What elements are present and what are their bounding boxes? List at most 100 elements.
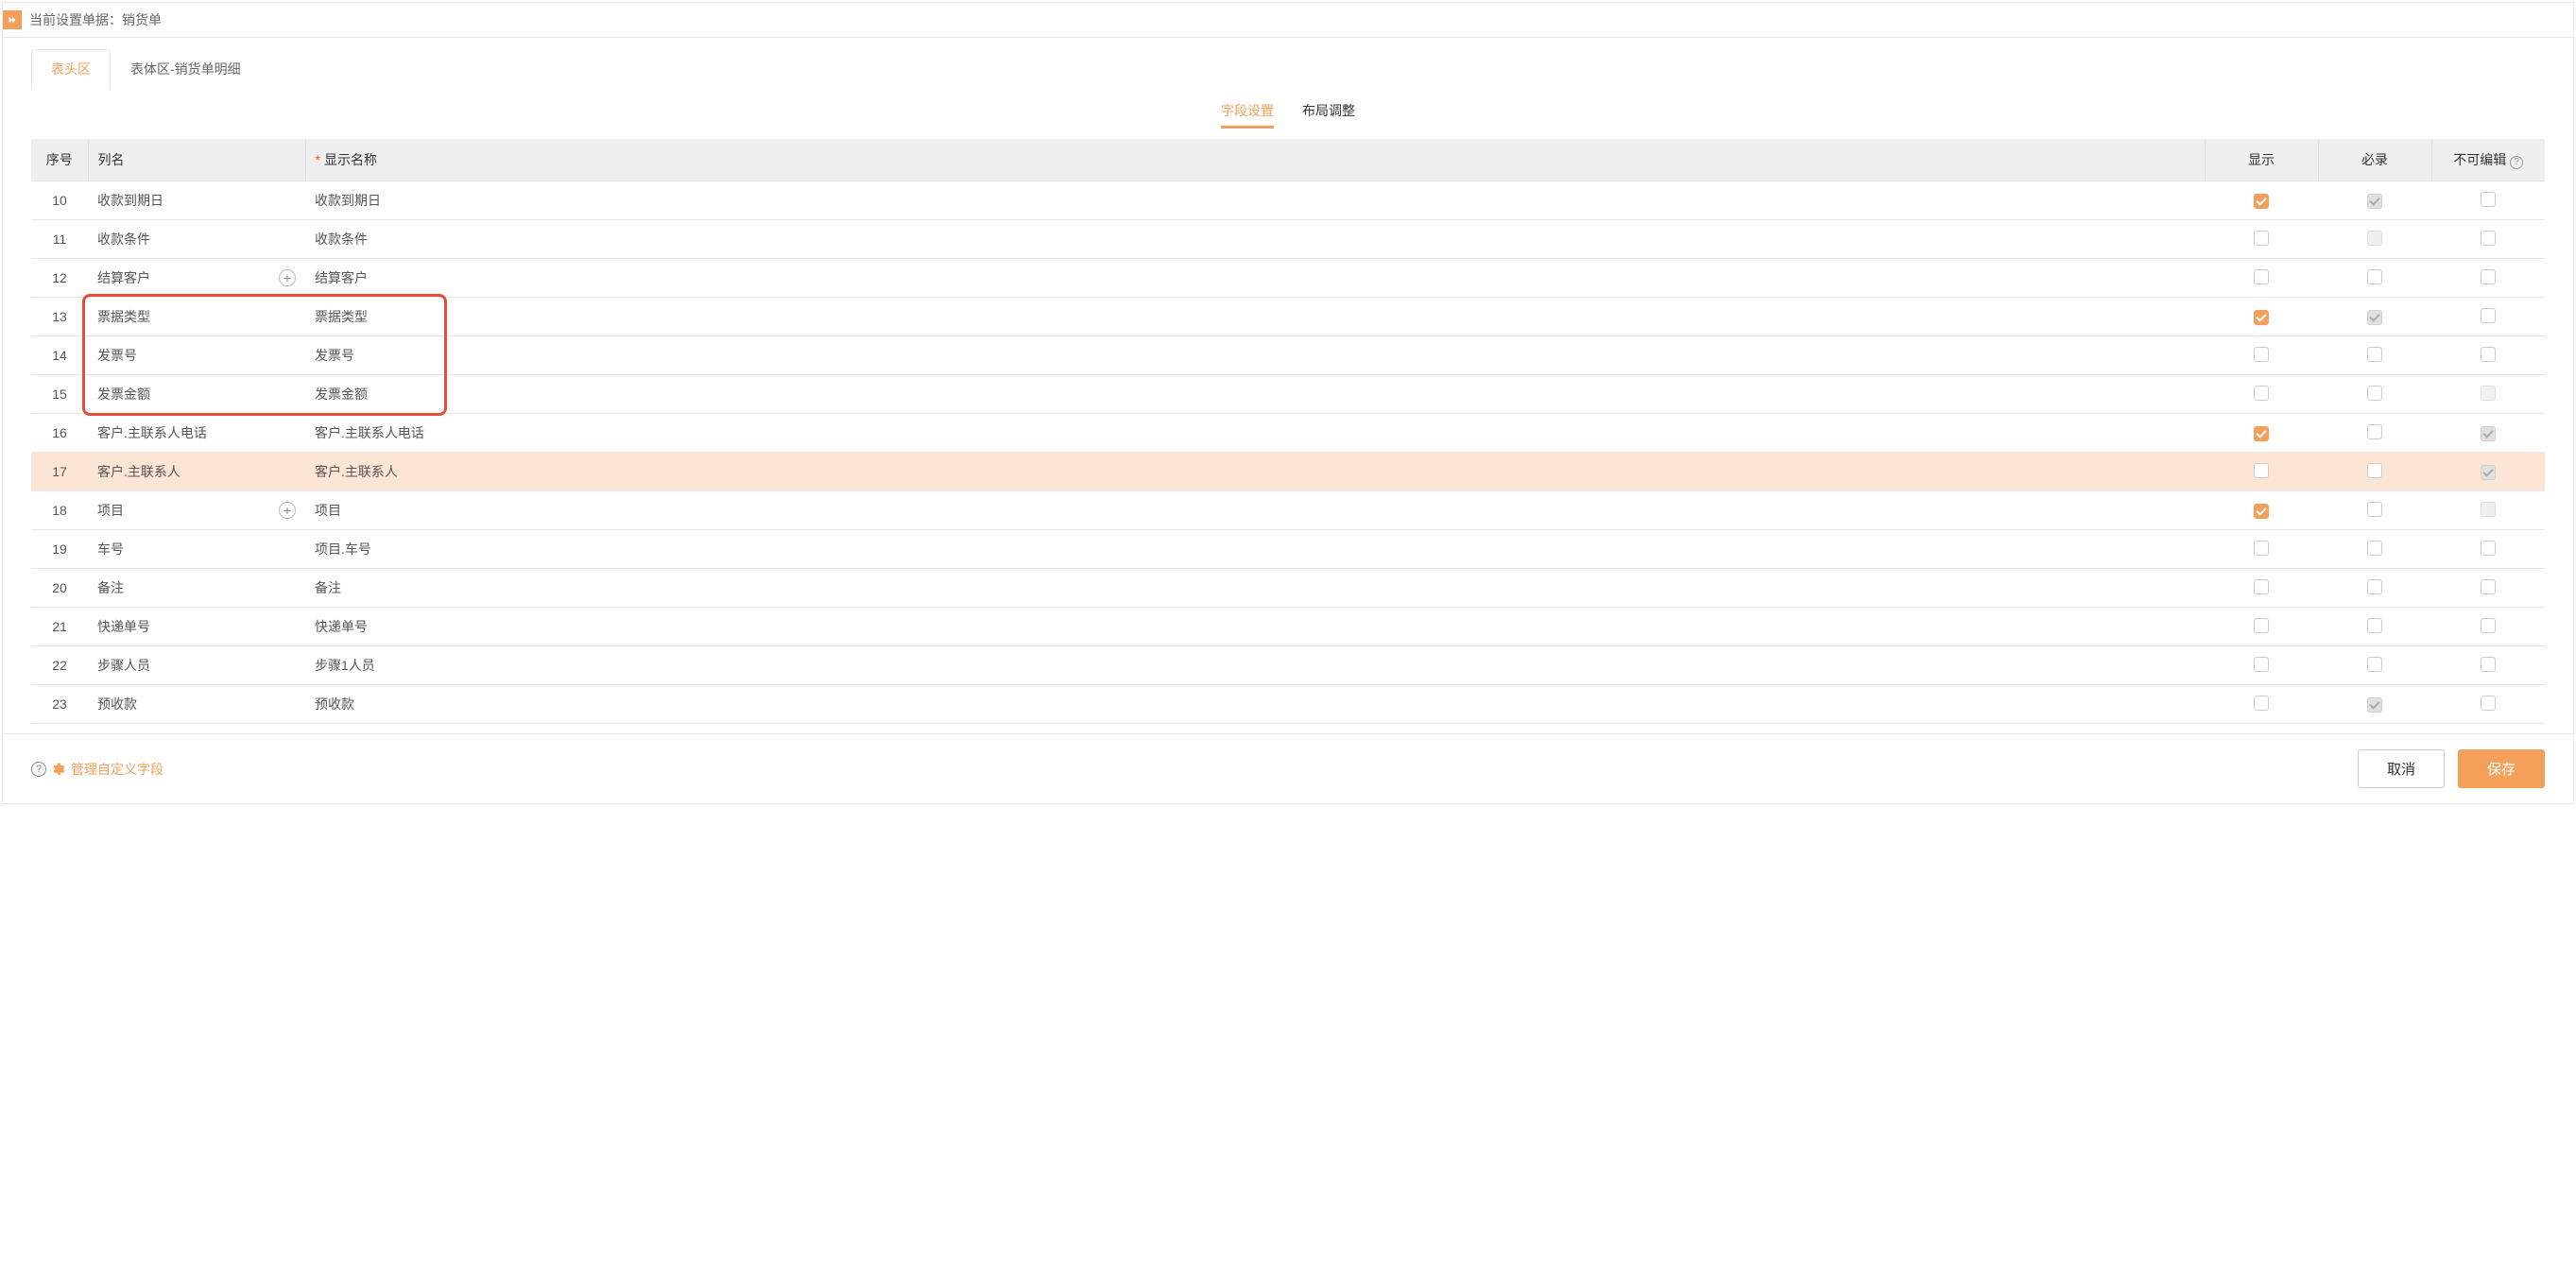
cell-display[interactable]: 预收款 — [305, 685, 2205, 724]
checkbox-required[interactable] — [2367, 463, 2382, 478]
cell-display[interactable]: 项目 — [305, 491, 2205, 530]
checkbox-required[interactable] — [2367, 269, 2382, 284]
checkbox-readonly[interactable] — [2481, 541, 2496, 556]
checkbox-required[interactable] — [2367, 618, 2382, 633]
checkbox-readonly[interactable] — [2481, 618, 2496, 633]
cell-show — [2205, 646, 2318, 685]
sub-tab-1[interactable]: 布局调整 — [1302, 101, 1355, 126]
table-row: 16客户.主联系人电话客户.主联系人电话 — [31, 414, 2545, 453]
cell-display[interactable]: 客户.主联系人电话 — [305, 414, 2205, 453]
checkbox-required[interactable] — [2367, 657, 2382, 672]
save-button[interactable]: 保存 — [2458, 749, 2545, 788]
checkbox-show[interactable] — [2254, 310, 2269, 325]
header-readonly-label: 不可编辑 — [2453, 152, 2506, 167]
checkbox-readonly[interactable] — [2481, 579, 2496, 594]
cell-show — [2205, 530, 2318, 569]
checkbox-required — [2367, 231, 2382, 246]
checkbox-show[interactable] — [2254, 618, 2269, 633]
cell-display[interactable]: 收款到期日 — [305, 181, 2205, 220]
checkbox-show[interactable] — [2254, 696, 2269, 711]
cell-seq: 19 — [31, 530, 88, 569]
collapse-toggle[interactable] — [3, 10, 22, 29]
footer-left: ? 管理自定义字段 — [31, 760, 163, 779]
table-row: 10收款到期日收款到期日 — [31, 181, 2545, 220]
cell-show — [2205, 608, 2318, 646]
table-row: 17客户.主联系人客户.主联系人 — [31, 453, 2545, 491]
cell-name: 发票金额 — [88, 375, 305, 414]
plus-icon[interactable]: + — [279, 502, 296, 519]
top-tab-1[interactable]: 表体区-销货单明细 — [111, 49, 261, 88]
cell-readonly — [2431, 569, 2545, 608]
checkbox-readonly[interactable] — [2481, 347, 2496, 362]
checkbox-required[interactable] — [2367, 541, 2382, 556]
table-row: 20备注备注 — [31, 569, 2545, 608]
help-icon[interactable]: ? — [2510, 156, 2523, 169]
cell-name: 备注 — [88, 569, 305, 608]
cancel-button[interactable]: 取消 — [2358, 749, 2445, 788]
cell-name: 快递单号 — [88, 608, 305, 646]
cell-required — [2318, 685, 2431, 724]
checkbox-show[interactable] — [2254, 504, 2269, 519]
plus-icon[interactable]: + — [279, 269, 296, 286]
cell-display[interactable]: 客户.主联系人 — [305, 453, 2205, 491]
cell-readonly — [2431, 181, 2545, 220]
cell-seq: 16 — [31, 414, 88, 453]
checkbox-readonly[interactable] — [2481, 696, 2496, 711]
cell-seq: 23 — [31, 685, 88, 724]
header-show: 显示 — [2205, 139, 2318, 181]
checkbox-show[interactable] — [2254, 386, 2269, 401]
cell-display[interactable]: 收款条件 — [305, 220, 2205, 259]
cell-name: 步骤人员 — [88, 646, 305, 685]
sub-tab-0[interactable]: 字段设置 — [1221, 101, 1274, 126]
cell-readonly — [2431, 453, 2545, 491]
checkbox-show[interactable] — [2254, 347, 2269, 362]
checkbox-readonly[interactable] — [2481, 657, 2496, 672]
cell-name: 客户.主联系人 — [88, 453, 305, 491]
cell-display[interactable]: 票据类型 — [305, 298, 2205, 336]
help-circle-icon[interactable]: ? — [31, 762, 46, 777]
top-tabs: 表头区表体区-销货单明细 — [31, 49, 2545, 88]
cell-show — [2205, 414, 2318, 453]
checkbox-required[interactable] — [2367, 502, 2382, 517]
required-star-icon: * — [316, 152, 320, 167]
checkbox-required[interactable] — [2367, 347, 2382, 362]
checkbox-readonly[interactable] — [2481, 308, 2496, 323]
cell-display[interactable]: 备注 — [305, 569, 2205, 608]
checkbox-show[interactable] — [2254, 231, 2269, 246]
cell-required — [2318, 530, 2431, 569]
manage-custom-fields-link[interactable]: 管理自定义字段 — [71, 760, 163, 779]
cell-display[interactable]: 项目.车号 — [305, 530, 2205, 569]
cell-display[interactable]: 结算客户 — [305, 259, 2205, 298]
cell-seq: 13 — [31, 298, 88, 336]
cell-display[interactable]: 发票金额 — [305, 375, 2205, 414]
cell-readonly — [2431, 298, 2545, 336]
cell-name: 预收款 — [88, 685, 305, 724]
cell-seq: 20 — [31, 569, 88, 608]
top-tab-0[interactable]: 表头区 — [31, 49, 111, 88]
cell-required — [2318, 491, 2431, 530]
cell-required — [2318, 259, 2431, 298]
checkbox-show[interactable] — [2254, 426, 2269, 441]
checkbox-show[interactable] — [2254, 194, 2269, 209]
cell-readonly — [2431, 414, 2545, 453]
checkbox-required[interactable] — [2367, 424, 2382, 439]
cell-display[interactable]: 步骤1人员 — [305, 646, 2205, 685]
cell-required — [2318, 298, 2431, 336]
checkbox-show[interactable] — [2254, 657, 2269, 672]
checkbox-readonly[interactable] — [2481, 231, 2496, 246]
checkbox-show[interactable] — [2254, 463, 2269, 478]
table-row: 21快递单号快递单号 — [31, 608, 2545, 646]
cell-display[interactable]: 快递单号 — [305, 608, 2205, 646]
checkbox-show[interactable] — [2254, 579, 2269, 594]
checkbox-readonly[interactable] — [2481, 269, 2496, 284]
cell-display[interactable]: 发票号 — [305, 336, 2205, 375]
cell-required — [2318, 608, 2431, 646]
checkbox-show[interactable] — [2254, 269, 2269, 284]
header-display-label: 显示名称 — [324, 152, 377, 167]
table-row: 14发票号发票号 — [31, 336, 2545, 375]
checkbox-readonly — [2481, 502, 2496, 517]
checkbox-required[interactable] — [2367, 386, 2382, 401]
checkbox-show[interactable] — [2254, 541, 2269, 556]
checkbox-required[interactable] — [2367, 579, 2382, 594]
checkbox-readonly[interactable] — [2481, 192, 2496, 207]
